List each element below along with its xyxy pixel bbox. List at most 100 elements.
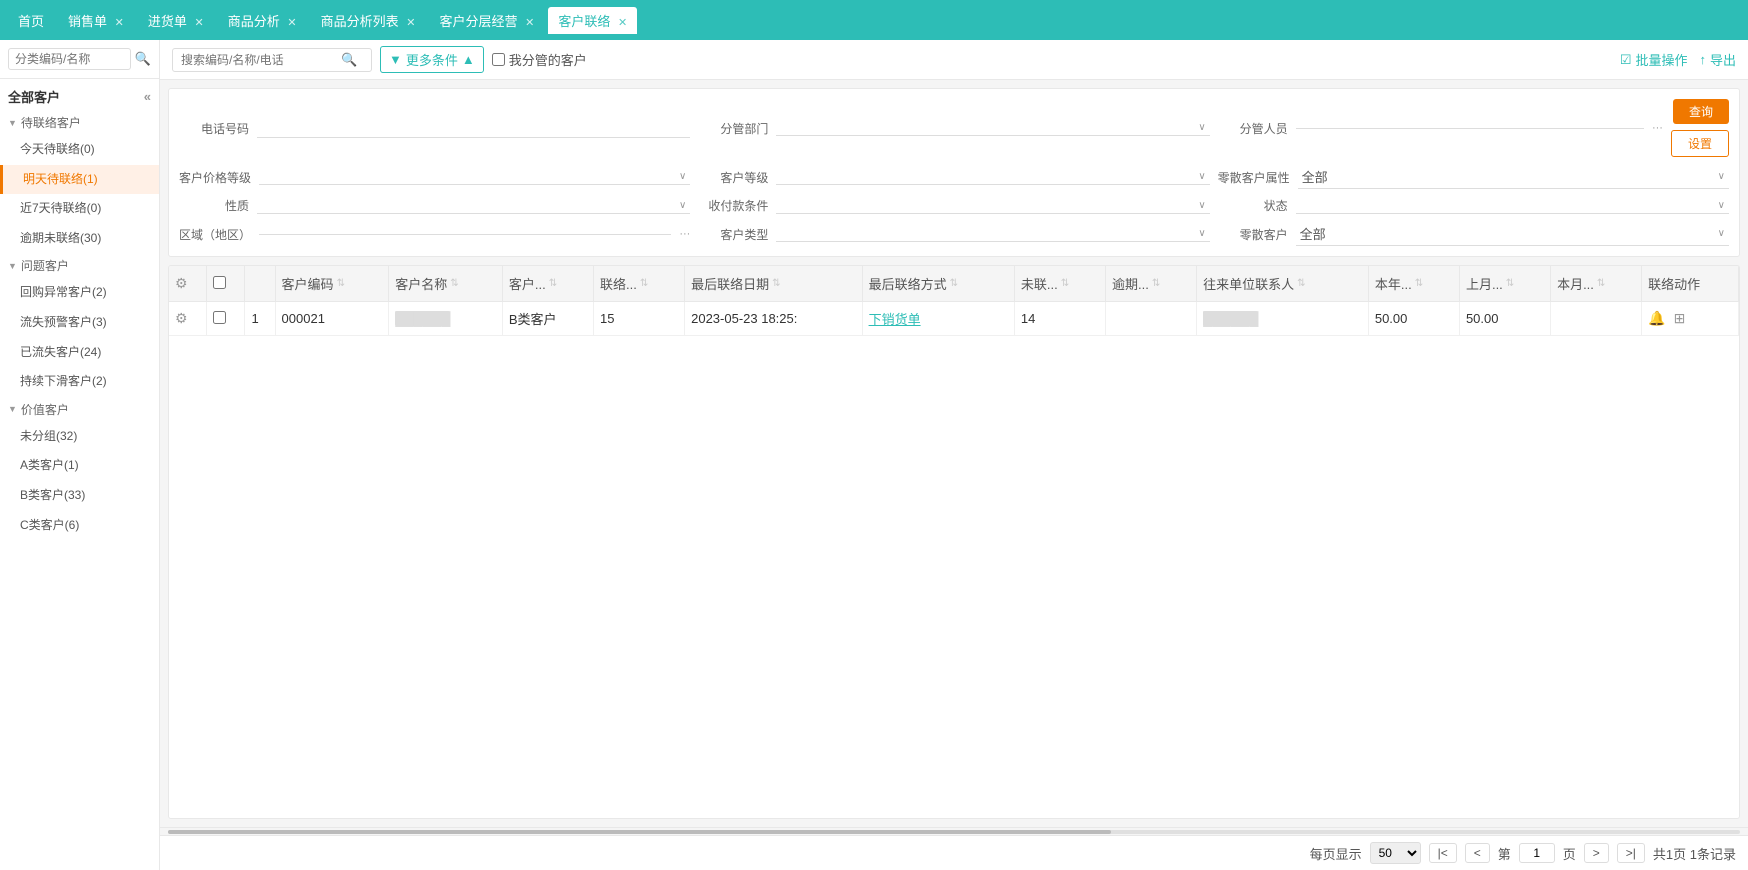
sidebar-item-ungrouped[interactable]: 未分组(32) bbox=[0, 422, 159, 452]
reset-button[interactable]: 设置 bbox=[1671, 130, 1729, 157]
sort-icon[interactable]: ⇅ bbox=[772, 278, 780, 289]
close-icon[interactable]: ✕ bbox=[115, 17, 124, 29]
retail-attr-select[interactable]: 全部∨ bbox=[1298, 165, 1729, 189]
row-checkbox[interactable] bbox=[213, 311, 226, 324]
sort-icon[interactable]: ⇅ bbox=[1597, 278, 1605, 289]
sidebar-item-today-contact[interactable]: 今天待联络(0) bbox=[0, 135, 159, 165]
col-last-month[interactable]: 上月...⇅ bbox=[1459, 266, 1550, 302]
col-this-year[interactable]: 本年...⇅ bbox=[1368, 266, 1459, 302]
scrollbar-track[interactable] bbox=[168, 830, 1740, 834]
sidebar-item-overdue-contact[interactable]: 逾期未联络(30) bbox=[0, 224, 159, 254]
dept-select[interactable]: ∨ bbox=[776, 120, 1209, 136]
nav-customer-contact[interactable]: 客户联络 ✕ bbox=[548, 7, 637, 34]
horizontal-scrollbar[interactable] bbox=[160, 827, 1748, 835]
nav-product-analysis-list[interactable]: 商品分析列表 ✕ bbox=[311, 7, 426, 34]
sort-icon[interactable]: ⇅ bbox=[1061, 278, 1069, 289]
row-actions: 🔔 ⊞ bbox=[1642, 302, 1739, 336]
sidebar-item-c-class[interactable]: C类客户(6) bbox=[0, 511, 159, 541]
sidebar-item-declining[interactable]: 持续下滑客户(2) bbox=[0, 367, 159, 397]
my-customers-checkbox[interactable] bbox=[492, 53, 505, 66]
page-input[interactable] bbox=[1519, 843, 1555, 863]
col-this-month[interactable]: 本月...⇅ bbox=[1551, 266, 1642, 302]
region-more-icon[interactable]: ··· bbox=[679, 228, 690, 240]
query-button[interactable]: 查询 bbox=[1673, 99, 1729, 124]
batch-operation-button[interactable]: ☑ 批量操作 bbox=[1620, 50, 1688, 69]
nav-product-analysis[interactable]: 商品分析 ✕ bbox=[218, 7, 307, 34]
close-icon[interactable]: ✕ bbox=[195, 17, 204, 29]
all-customers-title[interactable]: 全部客户 « bbox=[0, 79, 159, 110]
nav-sales[interactable]: 销售单 ✕ bbox=[58, 7, 134, 34]
next-page-button[interactable]: > bbox=[1584, 843, 1609, 863]
col-overdue[interactable]: 逾期...⇅ bbox=[1106, 266, 1197, 302]
row-code: 000021 bbox=[275, 302, 389, 336]
sort-icon[interactable]: ⇅ bbox=[1506, 278, 1514, 289]
row-checkbox[interactable] bbox=[206, 302, 245, 336]
row-last-method[interactable]: 下销货单 bbox=[862, 302, 1014, 336]
col-last-date[interactable]: 最后联络日期⇅ bbox=[685, 266, 862, 302]
col-company-contact[interactable]: 往来单位联系人⇅ bbox=[1197, 266, 1369, 302]
col-checkbox[interactable] bbox=[206, 266, 245, 302]
collapse-icon[interactable]: « bbox=[144, 89, 151, 104]
sort-icon[interactable]: ⇅ bbox=[1415, 278, 1423, 289]
sort-icon[interactable]: ⇅ bbox=[549, 278, 557, 289]
col-no-contact[interactable]: 未联...⇅ bbox=[1014, 266, 1105, 302]
customer-type-select[interactable]: ∨ bbox=[776, 226, 1209, 242]
nav-customer-segmentation[interactable]: 客户分层经营 ✕ bbox=[429, 7, 544, 34]
filter-customer-level-row: 客户等级 ∨ bbox=[698, 165, 1209, 189]
select-all-checkbox[interactable] bbox=[213, 276, 226, 289]
col-type[interactable]: 客户...⇅ bbox=[502, 266, 593, 302]
value-customers-group[interactable]: 价值客户 bbox=[0, 397, 159, 422]
sidebar-search-icon[interactable]: 🔍 bbox=[135, 51, 151, 67]
payment-select[interactable]: ∨ bbox=[776, 198, 1209, 214]
sidebar-item-tomorrow-contact[interactable]: 明天待联络(1) bbox=[0, 165, 159, 195]
sidebar-item-churned[interactable]: 已流失客户(24) bbox=[0, 338, 159, 368]
contact-action-icon[interactable]: 🔔 bbox=[1648, 310, 1665, 327]
col-last-method[interactable]: 最后联络方式⇅ bbox=[862, 266, 1014, 302]
col-name[interactable]: 客户名称⇅ bbox=[389, 266, 503, 302]
search-input[interactable] bbox=[181, 53, 341, 67]
person-more-icon[interactable]: ··· bbox=[1652, 122, 1663, 134]
sort-icon[interactable]: ⇅ bbox=[950, 278, 958, 289]
pending-contact-group[interactable]: 待联络客户 bbox=[0, 110, 159, 135]
export-button[interactable]: ↑ 导出 bbox=[1699, 50, 1736, 69]
sidebar-item-a-class[interactable]: A类客户(1) bbox=[0, 451, 159, 481]
close-icon[interactable]: ✕ bbox=[287, 17, 296, 29]
sort-icon[interactable]: ⇅ bbox=[337, 278, 345, 289]
sidebar-search-input[interactable] bbox=[8, 48, 131, 70]
sidebar-item-churn-warning[interactable]: 流失预警客户(3) bbox=[0, 308, 159, 338]
nav-purchase[interactable]: 进货单 ✕ bbox=[138, 7, 214, 34]
nav-home[interactable]: 首页 bbox=[8, 7, 54, 34]
customer-level-select[interactable]: ∨ bbox=[776, 169, 1209, 185]
row-gear[interactable]: ⚙ bbox=[169, 302, 206, 336]
col-gear[interactable]: ⚙ bbox=[169, 266, 206, 302]
last-page-button[interactable]: >| bbox=[1617, 843, 1645, 863]
sort-icon[interactable]: ⇅ bbox=[1152, 278, 1160, 289]
sort-icon[interactable]: ⇅ bbox=[450, 278, 458, 289]
row-index: 1 bbox=[245, 302, 275, 336]
sort-icon[interactable]: ⇅ bbox=[1297, 278, 1305, 289]
first-page-button[interactable]: |< bbox=[1429, 843, 1457, 863]
price-level-select[interactable]: ∨ bbox=[259, 169, 690, 185]
scrollbar-thumb[interactable] bbox=[168, 830, 1111, 834]
close-icon[interactable]: ✕ bbox=[525, 17, 534, 29]
problem-customers-group[interactable]: 问题客户 bbox=[0, 253, 159, 278]
sidebar-item-7days-contact[interactable]: 近7天待联络(0) bbox=[0, 194, 159, 224]
col-code[interactable]: 客户编码⇅ bbox=[275, 266, 389, 302]
status-select[interactable]: ∨ bbox=[1296, 198, 1729, 214]
prev-page-button[interactable]: < bbox=[1465, 843, 1490, 863]
row-name[interactable]: ██████ bbox=[389, 302, 503, 336]
search-button[interactable]: 🔍 bbox=[341, 52, 357, 68]
sidebar-item-b-class[interactable]: B类客户(33) bbox=[0, 481, 159, 511]
sidebar-item-abnormal-repurchase[interactable]: 回购异常客户(2) bbox=[0, 278, 159, 308]
close-icon[interactable]: ✕ bbox=[618, 17, 627, 29]
more-action-icon[interactable]: ⊞ bbox=[1674, 310, 1686, 327]
sort-icon[interactable]: ⇅ bbox=[640, 278, 648, 289]
phone-input[interactable] bbox=[257, 119, 690, 138]
my-customers-checkbox-wrap[interactable]: 我分管的客户 bbox=[492, 50, 587, 69]
col-contact[interactable]: 联络...⇅ bbox=[594, 266, 685, 302]
retail-customer-select[interactable]: 全部∨ bbox=[1296, 222, 1729, 246]
close-icon[interactable]: ✕ bbox=[406, 17, 415, 29]
gender-select[interactable]: ∨ bbox=[257, 198, 690, 214]
more-filter-button[interactable]: ▼ 更多条件 ▲ bbox=[380, 46, 484, 73]
per-page-select[interactable]: 50 100 200 bbox=[1370, 842, 1421, 864]
